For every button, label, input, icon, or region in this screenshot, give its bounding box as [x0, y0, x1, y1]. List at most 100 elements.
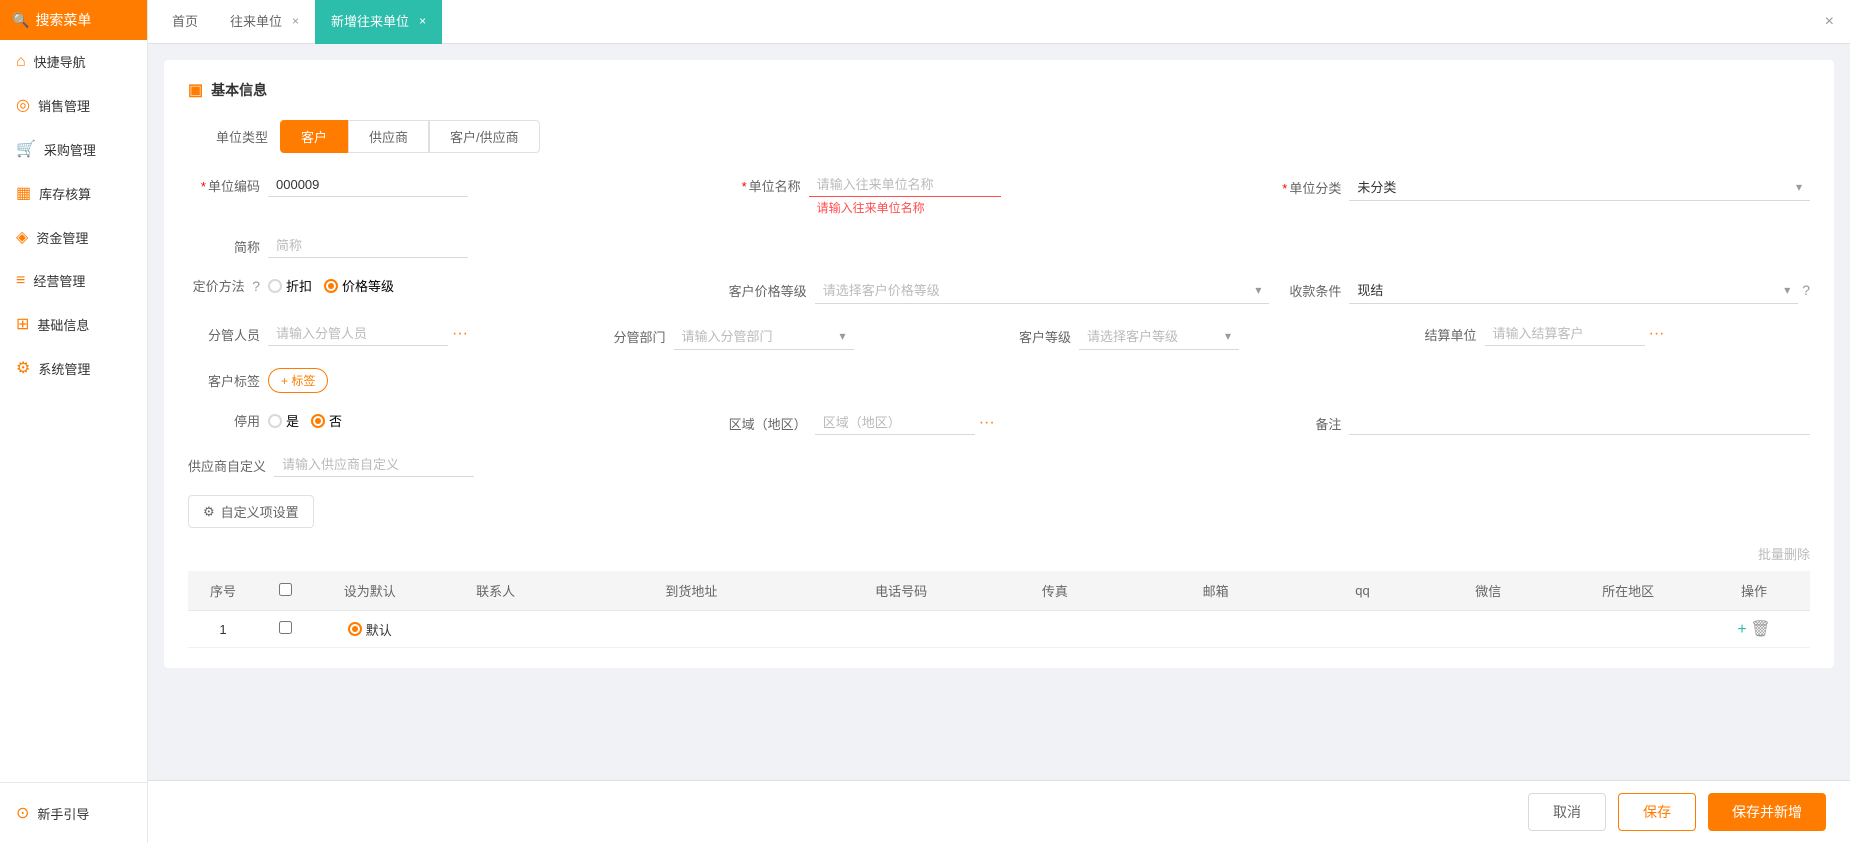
cancel-button[interactable]: 取消 — [1528, 793, 1606, 831]
remark-input[interactable] — [1349, 411, 1810, 435]
tab-close-all-button[interactable]: × — [1817, 13, 1842, 31]
settlement-unit-input[interactable] — [1485, 322, 1645, 346]
custom-settings-label: 自定义项设置 — [221, 502, 299, 521]
field-dept: 分管部门 请输入分管部门 ▾ — [594, 322, 1000, 350]
sidebar-item-label: 销售管理 — [38, 96, 90, 115]
contact-input[interactable] — [434, 622, 558, 637]
pricing-radio-discount[interactable]: 折扣 — [268, 276, 312, 295]
cell-wechat[interactable] — [1418, 611, 1558, 648]
email-input[interactable] — [1133, 622, 1299, 637]
tab-partners-close[interactable]: × — [292, 14, 299, 28]
field-customer-level: 客户等级 请选择客户等级 ▾ — [999, 322, 1405, 350]
wechat-input[interactable] — [1426, 622, 1550, 637]
sidebar-item-label: 新手引导 — [37, 804, 89, 823]
search-icon: 🔍 — [12, 12, 29, 29]
manager-more-button[interactable]: ··· — [448, 325, 472, 343]
phone-input[interactable] — [825, 622, 977, 637]
add-tag-button[interactable]: + 标签 — [268, 368, 328, 393]
dept-select[interactable]: 请输入分管部门 ▾ — [674, 322, 854, 350]
type-btn-both[interactable]: 客户/供应商 — [429, 120, 540, 153]
inventory-icon: ▦ — [16, 183, 31, 203]
customer-level-select[interactable]: 请选择客户等级 ▾ — [1079, 322, 1239, 350]
th-email: 邮箱 — [1125, 571, 1307, 611]
select-all-checkbox[interactable] — [279, 583, 292, 596]
save-new-button[interactable]: 保存并新增 — [1708, 793, 1826, 831]
cell-phone[interactable] — [817, 611, 985, 648]
radio-circle-no — [311, 414, 325, 428]
region-input[interactable] — [815, 411, 975, 435]
disable-radio-no[interactable]: 否 — [311, 411, 342, 430]
cell-region[interactable] — [1558, 611, 1698, 648]
form-row-5: 客户标签 + 标签 — [188, 368, 1810, 393]
cell-action: + 🗑 — [1698, 611, 1810, 648]
table-actions: 批量删除 — [188, 544, 1810, 563]
sidebar-item-sales[interactable]: ◎ 销售管理 — [0, 83, 147, 127]
type-btn-supplier[interactable]: 供应商 — [348, 120, 429, 153]
cell-contact[interactable] — [426, 611, 566, 648]
cell-check — [258, 611, 314, 648]
table-header-row: 序号 设为默认 联系人 到货地址 电话号码 传真 邮箱 qq 微信 所在地区 操… — [188, 571, 1810, 611]
pricing-help-icon[interactable]: ? — [252, 278, 260, 294]
section-title-text: 基本信息 — [211, 80, 267, 100]
unit-name-input[interactable] — [809, 173, 1001, 197]
form-row-7: 供应商自定义 — [188, 453, 1810, 477]
unit-type-row: 单位类型 客户 供应商 客户/供应商 — [188, 120, 1810, 153]
payment-terms-select[interactable]: 现结 ▾ — [1349, 276, 1798, 304]
supplier-custom-input[interactable] — [274, 453, 474, 477]
row-checkbox[interactable] — [279, 621, 292, 634]
qq-input[interactable] — [1315, 622, 1411, 637]
add-row-button[interactable]: + — [1737, 621, 1746, 639]
radio-circle-discount — [268, 279, 282, 293]
row-default-radio[interactable]: 默认 — [322, 620, 418, 639]
search-menu-button[interactable]: 🔍 搜索菜单 — [0, 0, 147, 40]
customer-price-select[interactable]: 请选择客户价格等级 ▾ — [815, 276, 1270, 304]
sidebar-item-quick-nav[interactable]: ⌂ 快捷导航 — [0, 40, 147, 83]
th-check — [258, 571, 314, 611]
region-more-button[interactable]: ··· — [975, 414, 999, 432]
default-label: 默认 — [366, 620, 392, 639]
field-supplier-custom: 供应商自定义 — [188, 453, 1810, 477]
fax-input[interactable] — [993, 622, 1117, 637]
delete-row-button[interactable]: 🗑 — [1750, 619, 1770, 639]
row-region-input[interactable] — [1566, 622, 1690, 637]
tab-partners-label: 往来单位 — [230, 11, 282, 30]
unit-category-select[interactable]: 未分类 ▾ — [1349, 173, 1810, 201]
save-button[interactable]: 保存 — [1618, 793, 1696, 831]
field-disable: 停用 是 否 — [188, 411, 729, 430]
cell-email[interactable] — [1125, 611, 1307, 648]
type-btn-customer[interactable]: 客户 — [280, 120, 348, 153]
tab-partners[interactable]: 往来单位 × — [214, 0, 315, 44]
sidebar-item-purchase[interactable]: 🛒 采购管理 — [0, 127, 147, 171]
tab-home[interactable]: 首页 — [156, 0, 214, 44]
batch-delete-button[interactable]: 批量删除 — [1758, 544, 1810, 563]
payment-help-icon[interactable]: ? — [1802, 282, 1810, 298]
tab-new-partner[interactable]: 新增往来单位 × — [315, 0, 442, 44]
tab-home-label: 首页 — [172, 11, 198, 30]
sidebar-item-basic-info[interactable]: ⊞ 基础信息 — [0, 302, 147, 346]
sidebar-item-inventory[interactable]: ▦ 库存核算 — [0, 171, 147, 215]
disable-radio-yes[interactable]: 是 — [268, 411, 299, 430]
manager-input[interactable] — [268, 322, 448, 346]
cell-qq[interactable] — [1307, 611, 1419, 648]
pricing-radio-level[interactable]: 价格等级 — [324, 276, 394, 295]
settlement-more-button[interactable]: ··· — [1645, 325, 1669, 343]
table-header: 序号 设为默认 联系人 到货地址 电话号码 传真 邮箱 qq 微信 所在地区 操… — [188, 571, 1810, 611]
field-customer-price: 客户价格等级 请选择客户价格等级 ▾ — [729, 276, 1270, 304]
address-input[interactable] — [574, 622, 810, 637]
manager-label: 分管人员 — [188, 325, 268, 344]
tab-new-partner-close[interactable]: × — [419, 14, 426, 28]
unit-code-input[interactable] — [268, 173, 468, 197]
cell-address[interactable] — [566, 611, 818, 648]
sidebar-item-system[interactable]: ⚙ 系统管理 — [0, 346, 147, 390]
default-radio-circle — [348, 622, 362, 636]
required-star: * — [201, 179, 206, 194]
custom-settings-button[interactable]: ⚙ 自定义项设置 — [188, 495, 314, 528]
sidebar-item-operations[interactable]: ≡ 经营管理 — [0, 259, 147, 302]
th-phone: 电话号码 — [817, 571, 985, 611]
footer-bar: 取消 保存 保存并新增 — [148, 780, 1850, 843]
abbr-input[interactable] — [268, 234, 468, 258]
settlement-unit-label: 结算单位 — [1405, 325, 1485, 344]
cell-fax[interactable] — [985, 611, 1125, 648]
sidebar-item-beginner[interactable]: ⊙ 新手引导 — [0, 791, 147, 835]
sidebar-item-finance[interactable]: ◈ 资金管理 — [0, 215, 147, 259]
